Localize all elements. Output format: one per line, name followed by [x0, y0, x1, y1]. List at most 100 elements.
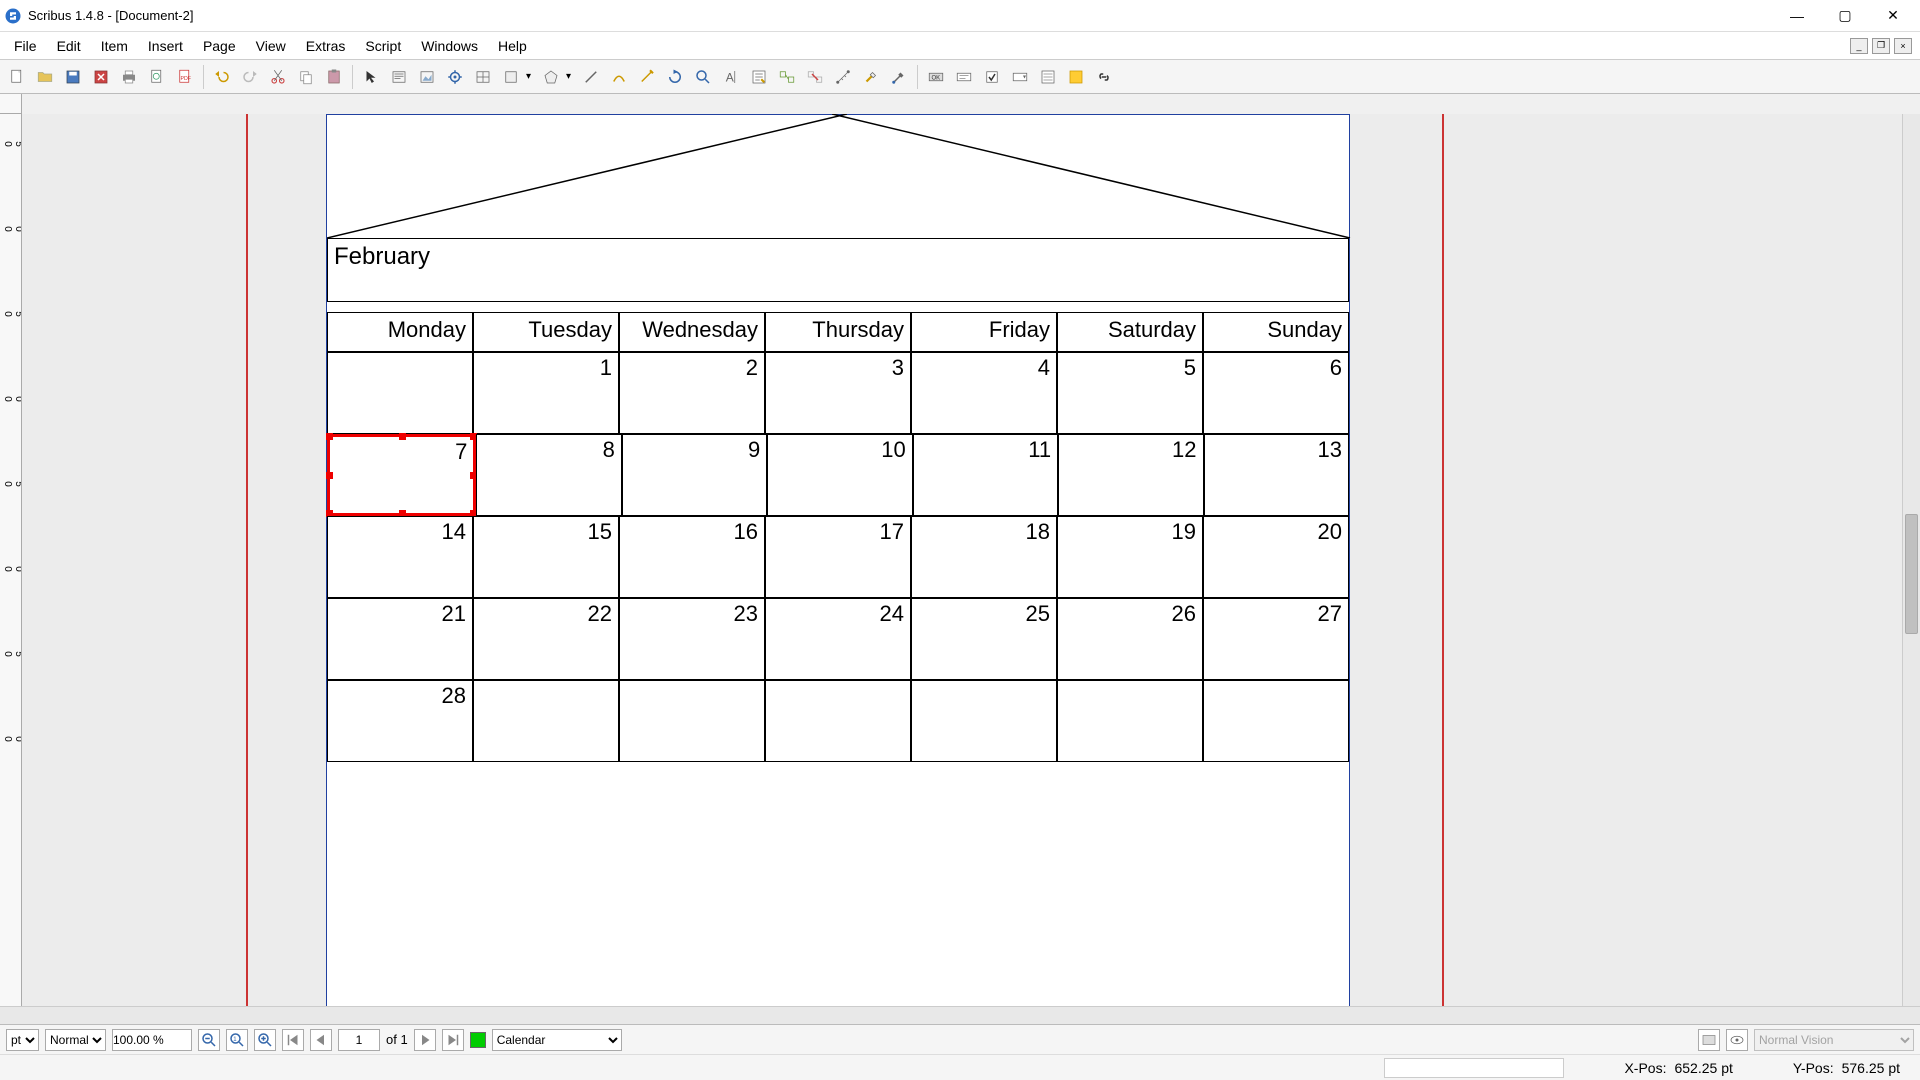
- calendar-cell[interactable]: 21: [327, 598, 473, 680]
- calendar-cell[interactable]: 11: [913, 434, 1058, 516]
- active-input[interactable]: [1384, 1058, 1564, 1078]
- prev-page-button[interactable]: [310, 1029, 332, 1051]
- weekday-header[interactable]: Tuesday: [473, 312, 619, 352]
- vision-mode-select[interactable]: Normal Vision: [1754, 1029, 1914, 1051]
- vertical-scrollbar[interactable]: [1902, 114, 1920, 1006]
- unit-select[interactable]: pt: [6, 1029, 39, 1051]
- open-button[interactable]: [32, 64, 58, 90]
- text-frame-tool[interactable]: [386, 64, 412, 90]
- export-pdf-button[interactable]: PDF: [172, 64, 198, 90]
- calendar-cell[interactable]: 3: [765, 352, 911, 434]
- selection-handle[interactable]: [326, 433, 333, 440]
- maximize-button[interactable]: ▢: [1822, 1, 1868, 31]
- weekday-header[interactable]: Saturday: [1057, 312, 1203, 352]
- close-doc-button[interactable]: [88, 64, 114, 90]
- menu-view[interactable]: View: [246, 34, 296, 58]
- calendar-cell[interactable]: 2: [619, 352, 765, 434]
- calendar-cell[interactable]: [1057, 680, 1203, 762]
- zoom-in-button[interactable]: [254, 1029, 276, 1051]
- last-page-button[interactable]: [442, 1029, 464, 1051]
- pdf-link-tool[interactable]: [1091, 64, 1117, 90]
- layer-select[interactable]: Calendar: [492, 1029, 622, 1051]
- story-editor-button[interactable]: [746, 64, 772, 90]
- calendar-cell[interactable]: [765, 680, 911, 762]
- cut-button[interactable]: [265, 64, 291, 90]
- weekday-header[interactable]: Thursday: [765, 312, 911, 352]
- calendar-cell[interactable]: 6: [1203, 352, 1349, 434]
- calendar-cell[interactable]: [911, 680, 1057, 762]
- pdf-button-tool[interactable]: OK: [923, 64, 949, 90]
- save-button[interactable]: [60, 64, 86, 90]
- pdf-annotation-tool[interactable]: [1063, 64, 1089, 90]
- undo-button[interactable]: [209, 64, 235, 90]
- print-button[interactable]: [116, 64, 142, 90]
- redo-button[interactable]: [237, 64, 263, 90]
- calendar-cell[interactable]: 4: [911, 352, 1057, 434]
- calendar-cell[interactable]: [327, 352, 473, 434]
- calendar-cell[interactable]: 28: [327, 680, 473, 762]
- new-doc-button[interactable]: [4, 64, 30, 90]
- calendar-cell[interactable]: 23: [619, 598, 765, 680]
- calendar-cell[interactable]: 9: [622, 434, 767, 516]
- select-tool[interactable]: [358, 64, 384, 90]
- calendar-cell[interactable]: 26: [1057, 598, 1203, 680]
- canvas[interactable]: February MondayTuesdayWednesdayThursdayF…: [22, 114, 1902, 1006]
- calendar-cell[interactable]: 14: [327, 516, 473, 598]
- calendar-cell[interactable]: 16: [619, 516, 765, 598]
- image-frame-tool[interactable]: [414, 64, 440, 90]
- calendar-cell[interactable]: 15: [473, 516, 619, 598]
- measure-tool[interactable]: [830, 64, 856, 90]
- shape-dropdown[interactable]: ▾: [526, 71, 536, 82]
- pdf-textfield-tool[interactable]: [951, 64, 977, 90]
- calendar-cell[interactable]: 24: [765, 598, 911, 680]
- calendar-cell[interactable]: 25: [911, 598, 1057, 680]
- table-tool[interactable]: [470, 64, 496, 90]
- freehand-tool[interactable]: [634, 64, 660, 90]
- copy-properties-tool[interactable]: [858, 64, 884, 90]
- ruler-corner[interactable]: [0, 94, 22, 114]
- menu-item[interactable]: Item: [91, 34, 138, 58]
- month-label[interactable]: February: [327, 238, 1349, 302]
- menu-extras[interactable]: Extras: [296, 34, 356, 58]
- minimize-button[interactable]: —: [1774, 1, 1820, 31]
- calendar-cell[interactable]: 12: [1058, 434, 1203, 516]
- pdf-checkbox-tool[interactable]: [979, 64, 1005, 90]
- weekday-header[interactable]: Wednesday: [619, 312, 765, 352]
- calendar-cell[interactable]: 27: [1203, 598, 1349, 680]
- unlink-frames-tool[interactable]: [802, 64, 828, 90]
- line-tool[interactable]: [578, 64, 604, 90]
- scrollbar-thumb[interactable]: [1905, 514, 1918, 634]
- menu-help[interactable]: Help: [488, 34, 537, 58]
- close-button[interactable]: ✕: [1870, 1, 1916, 31]
- zoom-default-button[interactable]: 1: [226, 1029, 248, 1051]
- pdf-combobox-tool[interactable]: [1007, 64, 1033, 90]
- calendar-cell[interactable]: 18: [911, 516, 1057, 598]
- calendar-cell[interactable]: 10: [767, 434, 912, 516]
- copy-button[interactable]: [293, 64, 319, 90]
- calendar-cell[interactable]: [473, 680, 619, 762]
- calendar-cell[interactable]: 22: [473, 598, 619, 680]
- selection-handle[interactable]: [326, 472, 333, 479]
- polygon-dropdown[interactable]: ▾: [566, 71, 576, 82]
- weekday-header[interactable]: Friday: [911, 312, 1057, 352]
- bezier-tool[interactable]: [606, 64, 632, 90]
- calendar-cell[interactable]: 19: [1057, 516, 1203, 598]
- preview-toggle-button[interactable]: [1726, 1029, 1748, 1051]
- polygon-tool[interactable]: [538, 64, 564, 90]
- calendar-cell[interactable]: 1: [473, 352, 619, 434]
- calendar-cell[interactable]: 5: [1057, 352, 1203, 434]
- menu-file[interactable]: File: [4, 34, 47, 58]
- calendar-cell[interactable]: 8: [476, 434, 621, 516]
- zoom-tool[interactable]: [690, 64, 716, 90]
- current-page-field[interactable]: [338, 1029, 380, 1051]
- preview-mode-select[interactable]: Normal: [45, 1029, 106, 1051]
- calendar-cell[interactable]: [1203, 680, 1349, 762]
- edit-text-tool[interactable]: A: [718, 64, 744, 90]
- menu-edit[interactable]: Edit: [47, 34, 91, 58]
- mdi-close-button[interactable]: ×: [1894, 38, 1912, 54]
- menu-windows[interactable]: Windows: [411, 34, 488, 58]
- rotate-tool[interactable]: [662, 64, 688, 90]
- menu-script[interactable]: Script: [355, 34, 411, 58]
- calendar-cell[interactable]: 17: [765, 516, 911, 598]
- weekday-header[interactable]: Sunday: [1203, 312, 1349, 352]
